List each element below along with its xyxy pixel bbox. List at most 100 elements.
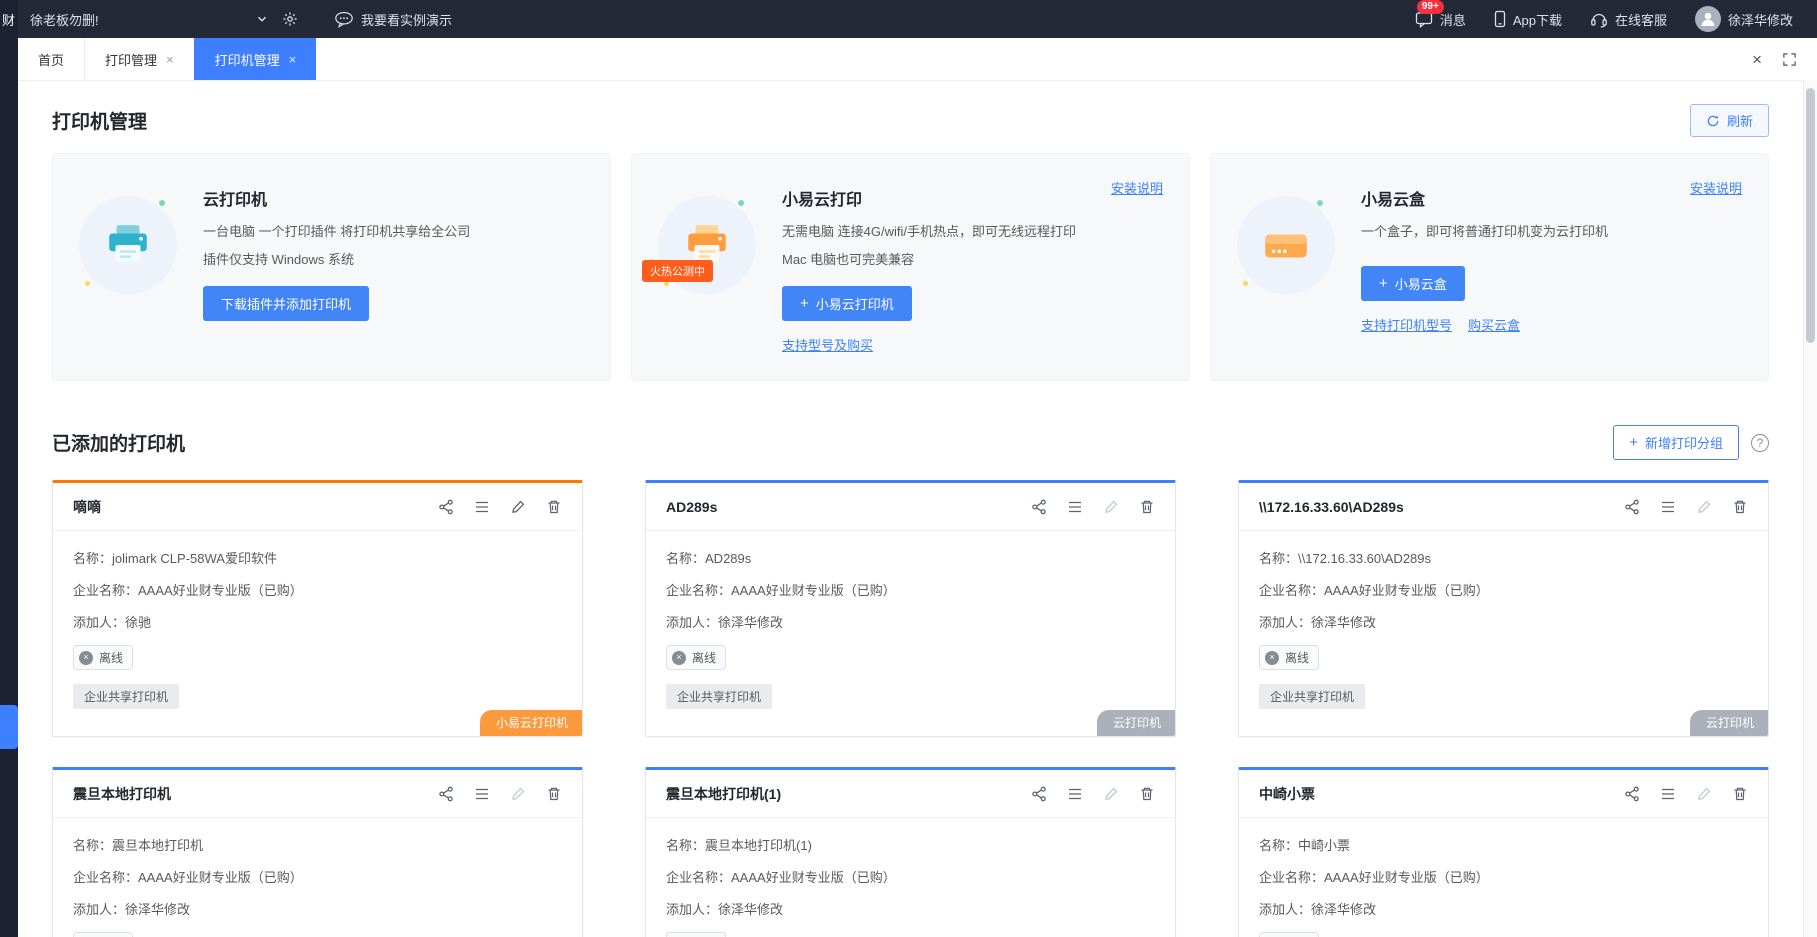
- shared-printer-tag: 企业共享打印机: [666, 684, 773, 709]
- tab-close-icon[interactable]: ×: [166, 53, 174, 66]
- printer-device-name: 中崎小票: [1298, 838, 1351, 853]
- messages-label: 消息: [1439, 12, 1466, 28]
- delete-icon[interactable]: [546, 499, 562, 515]
- install-guide-link[interactable]: 安装说明: [1111, 178, 1163, 197]
- share-icon[interactable]: [438, 786, 454, 802]
- field-label: 添加人：: [1259, 902, 1312, 917]
- tab-print-management[interactable]: 打印管理 ×: [84, 38, 194, 80]
- field-label: 名称：: [666, 838, 706, 853]
- models-purchase-link[interactable]: 支持型号及购买: [782, 335, 873, 354]
- chevron-down-icon[interactable]: [256, 13, 268, 25]
- messages-badge: 99+: [1416, 0, 1444, 14]
- user-menu[interactable]: 徐泽华修改: [1694, 6, 1793, 32]
- fullscreen-icon[interactable]: [1782, 52, 1797, 67]
- edit-icon[interactable]: [1696, 786, 1712, 802]
- promo-card-xiaoyi-cloud-box: 安装说明 小易云盒 一个盒子，即可将普通打印机变为云打印机 + 小易云盒 支持打…: [1210, 153, 1769, 381]
- promo-title: 云打印机: [203, 192, 268, 209]
- plus-icon: +: [1379, 275, 1388, 293]
- delete-icon[interactable]: [546, 786, 562, 802]
- delete-icon[interactable]: [1732, 499, 1748, 515]
- printer-title: 中崎小票: [1259, 785, 1315, 802]
- delete-icon[interactable]: [1139, 499, 1155, 515]
- printer-icon: [79, 196, 177, 294]
- logo: 财: [2, 13, 16, 28]
- print-list-icon[interactable]: [1660, 786, 1676, 802]
- demo-link[interactable]: 我要看实例演示: [334, 10, 452, 29]
- promo-line: 一个盒子，即可将普通打印机变为云打印机: [1361, 224, 1609, 239]
- app-download-button[interactable]: App下载: [1494, 10, 1562, 29]
- edit-icon[interactable]: [1103, 499, 1119, 515]
- printer-card: \\172.16.33.60\AD289s 名称：\\172.16.33.60\…: [1238, 480, 1769, 737]
- messages-button[interactable]: 99+ 消息: [1415, 0, 1466, 29]
- decor-dot: [85, 281, 90, 286]
- tab-printer-management[interactable]: 打印机管理 ×: [193, 38, 317, 80]
- add-printer-group-button[interactable]: + 新增打印分组: [1613, 425, 1739, 460]
- print-list-icon[interactable]: [1067, 499, 1083, 515]
- promo-title: 小易云打印: [782, 192, 863, 209]
- hot-beta-badge: 火热公测中: [642, 260, 713, 282]
- promo-title: 小易云盒: [1361, 192, 1426, 209]
- help-icon[interactable]: ?: [1751, 433, 1769, 452]
- print-list-icon[interactable]: [474, 499, 490, 515]
- share-icon[interactable]: [1031, 786, 1047, 802]
- company-name: AAAA好业财专业版（已购）: [138, 870, 303, 885]
- edit-icon[interactable]: [1696, 499, 1712, 515]
- print-list-icon[interactable]: [1067, 786, 1083, 802]
- printer-card: 中崎小票 名称：中崎小票 企业名称：AAAA好业财专业版（已购） 添加人：徐泽华…: [1238, 767, 1769, 937]
- delete-icon[interactable]: [1732, 786, 1748, 802]
- app-download-label: App下载: [1512, 12, 1562, 28]
- add-cloud-box-button[interactable]: + 小易云盒: [1361, 266, 1465, 302]
- online-service-button[interactable]: 在线客服: [1590, 10, 1667, 29]
- install-guide-link[interactable]: 安装说明: [1690, 178, 1742, 197]
- plus-icon: +: [800, 295, 809, 313]
- printer-type-tag: 云打印机: [1096, 710, 1175, 736]
- workspace-name: 徐老板勿删!: [30, 12, 99, 28]
- print-list-icon[interactable]: [474, 786, 490, 802]
- tab-close-icon[interactable]: ×: [289, 53, 297, 66]
- tab-home[interactable]: 首页: [18, 38, 84, 80]
- added-by: 徐泽华修改: [1311, 615, 1377, 630]
- status-badge: × 离线: [1259, 645, 1320, 670]
- printer-card: 震旦本地打印机 名称：震旦本地打印机 企业名称：AAAA好业财专业版（已购） 添…: [52, 767, 583, 937]
- page-title: 打印机管理: [52, 112, 148, 133]
- added-by: 徐泽华修改: [718, 615, 784, 630]
- download-plugin-button[interactable]: 下载插件并添加打印机: [203, 286, 370, 322]
- promo-line: Mac 电脑也可完美兼容: [782, 252, 915, 268]
- share-icon[interactable]: [1624, 786, 1640, 802]
- share-icon[interactable]: [1031, 499, 1047, 515]
- added-by: 徐泽华修改: [718, 902, 784, 917]
- workspace-selector[interactable]: 徐老板勿删!: [30, 10, 268, 29]
- field-label: 添加人：: [666, 615, 719, 630]
- status-badge: × 离线: [73, 932, 134, 937]
- promo-card-cloud-printer: 云打印机 一台电脑 一个打印插件 将打印机共享给全公司 插件仅支持 Window…: [52, 153, 611, 381]
- refresh-button[interactable]: 刷新: [1689, 104, 1769, 137]
- scrollbar-thumb[interactable]: [1806, 88, 1815, 343]
- company-name: AAAA好业财专业版（已购）: [731, 870, 896, 885]
- print-list-icon[interactable]: [1660, 499, 1676, 515]
- field-label: 企业名称：: [1259, 870, 1325, 885]
- share-icon[interactable]: [438, 499, 454, 515]
- supported-models-link[interactable]: 支持打印机型号: [1361, 315, 1452, 334]
- added-printers-title: 已添加的打印机: [52, 434, 186, 455]
- gear-icon[interactable]: [282, 11, 298, 27]
- field-label: 名称：: [1259, 838, 1299, 853]
- add-cloud-printer-button[interactable]: + 小易云打印机: [782, 286, 912, 322]
- plus-icon: +: [1629, 434, 1638, 451]
- refresh-icon: [1706, 114, 1720, 128]
- delete-icon[interactable]: [1139, 786, 1155, 802]
- edit-icon[interactable]: [510, 499, 526, 515]
- promo-row: 云打印机 一台电脑 一个打印插件 将打印机共享给全公司 插件仅支持 Window…: [52, 153, 1769, 381]
- printer-card: AD289s 名称：AD289s 企业名称：AAAA好业财专业版（已购） 添加人…: [645, 480, 1176, 737]
- phone-icon: [1494, 10, 1506, 28]
- close-all-tabs-icon[interactable]: ×: [1752, 51, 1762, 68]
- shared-printer-tag: 企业共享打印机: [1259, 684, 1366, 709]
- promo-line: 无需电脑 连接4G/wifi/手机热点，即可无线远程打印: [782, 224, 1076, 239]
- share-icon[interactable]: [1624, 499, 1640, 515]
- edit-icon[interactable]: [1103, 786, 1119, 802]
- added-by: 徐泽华修改: [125, 902, 191, 917]
- sidebar-expand-handle[interactable]: [0, 705, 18, 749]
- printer-icon: 火热公测中: [642, 196, 756, 294]
- buy-cloud-box-link[interactable]: 购买云盒: [1468, 315, 1520, 334]
- field-label: 添加人：: [1259, 615, 1312, 630]
- edit-icon[interactable]: [510, 786, 526, 802]
